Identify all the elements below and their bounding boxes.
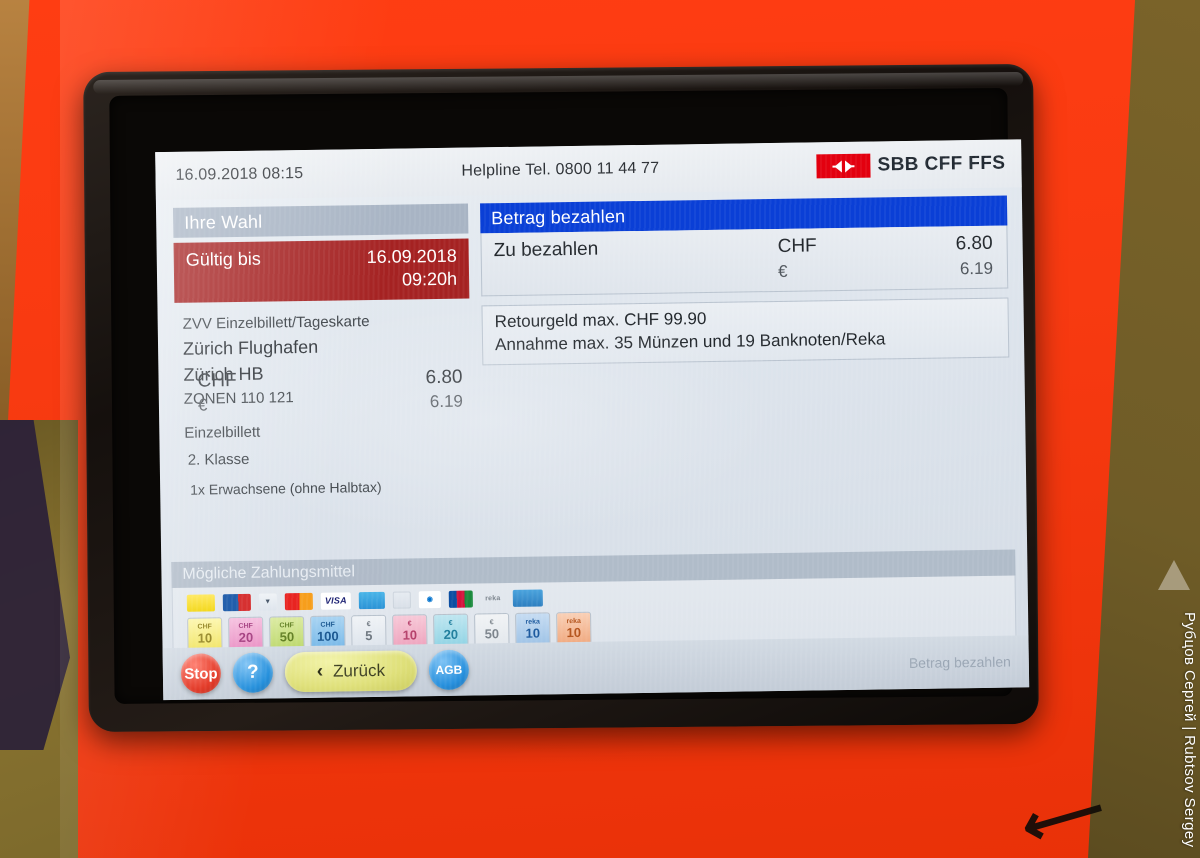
chevron-left-icon: ‹ <box>316 660 324 682</box>
ticket-machine-screen: 16.09.2018 08:15 Helpline Tel. 0800 11 4… <box>155 139 1030 701</box>
validity-date: 16.09.2018 <box>366 245 457 268</box>
your-selection-header: Ihre Wahl <box>173 203 469 238</box>
floor-left <box>0 420 78 858</box>
ticket-passengers: 1x Erwachsene (ohne Halbtax) <box>190 479 382 498</box>
left-total-eur: € 6.19 <box>198 392 463 416</box>
help-button[interactable]: ? <box>232 652 274 694</box>
sbb-double-arrow-icon <box>816 153 871 179</box>
arrow-marking: ⟵ <box>1014 774 1112 858</box>
amount-chf-value: 6.80 <box>955 232 993 255</box>
visa-card-icon: VISA <box>320 591 351 610</box>
photo-watermark: Рубцов Сергей | Rubtsov Sergey <box>1181 612 1198 848</box>
left-total-eur-currency: € <box>197 395 208 416</box>
triangle-marking <box>1158 560 1190 590</box>
left-total-chf-currency: CHF <box>197 370 237 393</box>
sbb-logo-text: SBB CFF FFS <box>877 152 1006 176</box>
floor-shadow <box>0 420 70 750</box>
ticket-class: 2. Klasse <box>187 451 250 470</box>
amount-row-chf: Zu bezahlen CHF 6.80 <box>494 233 993 262</box>
wall-strip <box>0 0 30 430</box>
amount-eur-currency: € <box>777 261 788 281</box>
left-total-eur-amount: 6.19 <box>429 392 464 412</box>
maestro-card-icon <box>222 593 251 611</box>
left-total-block: CHF 6.80 € 6.19 <box>197 367 463 416</box>
your-selection-panel: Ihre Wahl Gültig bis 16.09.2018 09:20h Z… <box>173 203 472 501</box>
swisscard-card-icon <box>512 588 543 607</box>
blank-card-icon <box>392 590 411 609</box>
back-button-label: Zurück <box>332 660 386 681</box>
change-notice-box: Retourgeld max. CHF 99.90 Annahme max. 3… <box>481 297 1010 366</box>
amount-row-eur: € 6.19 <box>494 259 993 286</box>
jcb-card-icon <box>448 590 473 608</box>
amex-card-icon <box>358 591 385 609</box>
pay-amount-box: Zu bezahlen CHF 6.80 € 6.19 <box>480 225 1009 297</box>
sbb-logo: SBB CFF FFS <box>816 152 1006 179</box>
left-total-chf-amount: 6.80 <box>425 367 463 389</box>
ticket-type: Einzelbillett <box>184 423 261 442</box>
monitor-bezel: 16.09.2018 08:15 Helpline Tel. 0800 11 4… <box>83 63 1039 733</box>
amount-eur-value: 6.19 <box>959 258 994 279</box>
validity-box: Gültig bis 16.09.2018 09:20h <box>173 238 470 303</box>
left-total-chf: CHF 6.80 <box>197 367 462 393</box>
amount-chf-currency: CHF <box>777 235 817 257</box>
reka-card-icon: reka <box>485 594 501 602</box>
stop-button[interactable]: Stop <box>180 653 222 694</box>
monitor-bezel-inner: 16.09.2018 08:15 Helpline Tel. 0800 11 4… <box>109 88 1030 704</box>
validity-label: Gültig bis <box>185 248 261 270</box>
pay-amount-panel: Betrag bezahlen Zu bezahlen CHF 6.80 € 6… <box>479 195 1010 366</box>
agb-button[interactable]: AGB <box>428 649 470 691</box>
amount-to-pay-label: Zu bezahlen <box>493 238 599 262</box>
diners-club-card-icon: ◉ <box>418 590 441 608</box>
footer-status-text: Betrag bezahlen <box>908 653 1011 672</box>
back-button[interactable]: ‹ Zurück <box>284 650 418 693</box>
helpline-text: Helpline Tel. 0800 11 44 77 <box>461 159 660 180</box>
current-datetime: 16.09.2018 08:15 <box>175 164 304 184</box>
ec-card-icon: ▼ <box>258 592 277 611</box>
postfinance-card-icon <box>186 593 215 612</box>
mastercard-card-icon <box>284 592 313 610</box>
screen-content: Ihre Wahl Gültig bis 16.09.2018 09:20h Z… <box>156 187 1030 701</box>
validity-time: 09:20h <box>401 268 458 290</box>
